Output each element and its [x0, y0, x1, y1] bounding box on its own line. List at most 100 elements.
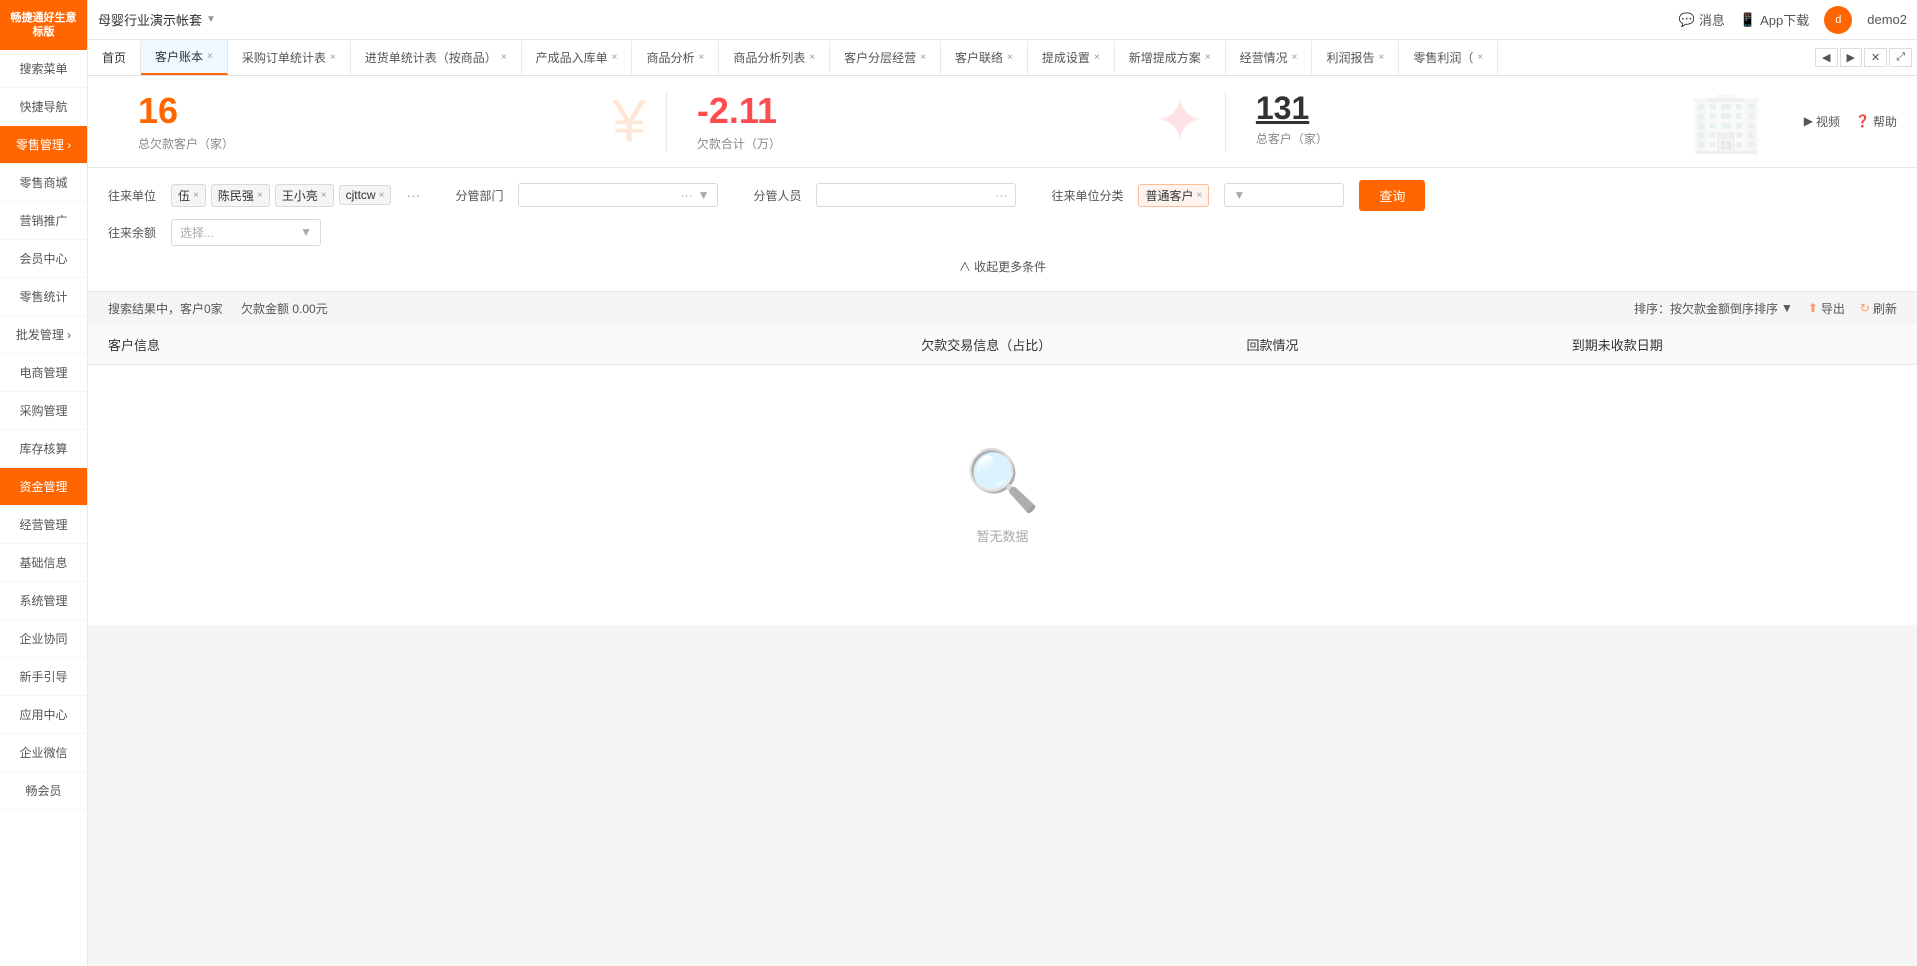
- content-area: 16总欠款客户（家）¥-2.11欠款合计（万）✦131总客户（家）🏢 ▶ 视频 …: [88, 76, 1917, 966]
- tab-customer_tier[interactable]: 客户分层经营×: [830, 41, 941, 74]
- tab-product_inbound[interactable]: 产成品入库单×: [522, 41, 633, 74]
- tab-close-purchase_order[interactable]: ×: [330, 52, 336, 63]
- tab-customer_contact[interactable]: 客户联络×: [941, 41, 1028, 74]
- balance-chevron: ▼: [300, 225, 312, 239]
- remove-tag-王小亮[interactable]: ×: [321, 190, 327, 201]
- sidebar-item-wholesale_mgmt[interactable]: 批发管理 ›: [0, 316, 87, 354]
- user-name: demo2: [1867, 12, 1907, 27]
- tab-operations[interactable]: 经营情况×: [1226, 41, 1313, 74]
- stat-item-1: -2.11欠款合计（万）✦: [667, 91, 1226, 152]
- message-button[interactable]: 💬 消息: [1679, 10, 1725, 29]
- sidebar-item-member_center[interactable]: 会员中心: [0, 240, 87, 278]
- stats-banner: 16总欠款客户（家）¥-2.11欠款合计（万）✦131总客户（家）🏢 ▶ 视频 …: [88, 76, 1917, 168]
- sidebar-item-search[interactable]: 搜索菜单: [0, 50, 87, 88]
- tab-customer_capital[interactable]: 客户账本×: [141, 40, 228, 75]
- tab-close-customer_tier[interactable]: ×: [920, 52, 926, 63]
- sidebar-item-operations_mgmt[interactable]: 经营管理: [0, 506, 87, 544]
- tab-close-all-button[interactable]: ✕: [1864, 48, 1887, 67]
- stat-bg-icon-0: ¥: [613, 87, 646, 156]
- unit-type-label: 往来单位分类: [1051, 187, 1123, 204]
- sidebar-item-basic_info[interactable]: 基础信息: [0, 544, 87, 582]
- tab-retail_profit[interactable]: 零售利润（×: [1399, 41, 1498, 74]
- collapse-icon: ∧: [959, 260, 971, 274]
- stat-value-1: -2.11: [697, 91, 777, 131]
- remove-tag-cjttcw[interactable]: ×: [379, 190, 385, 201]
- table-header-0: 客户信息: [108, 335, 921, 354]
- topbar-left: 母婴行业演示帐套 ▼: [98, 10, 216, 29]
- stat-value-2: 131: [1256, 91, 1309, 126]
- stat-bg-icon-2: 🏢: [1689, 86, 1764, 157]
- collapse-button[interactable]: ∧ 收起更多条件: [108, 254, 1897, 279]
- video-button[interactable]: ▶ 视频: [1804, 113, 1840, 130]
- help-button[interactable]: ❓ 帮助: [1855, 113, 1897, 130]
- tab-prev-button[interactable]: ◀: [1815, 48, 1837, 67]
- query-button[interactable]: 查询: [1359, 180, 1425, 211]
- filter-row-1: 往来单位 伍 ×陈民强 ×王小亮 ×cjttcw × ··· 分管部门 ··· …: [108, 180, 1897, 211]
- tab-expand-button[interactable]: ⤢: [1889, 48, 1912, 67]
- app-download-button[interactable]: 📱 App下载: [1740, 10, 1809, 29]
- tab-purchase_stat[interactable]: 进货单统计表（按商品）×: [351, 41, 522, 74]
- message-icon: 💬: [1679, 12, 1695, 28]
- tab-close-goods_analysis_list[interactable]: ×: [809, 52, 815, 63]
- avatar[interactable]: d: [1824, 6, 1852, 34]
- refresh-button[interactable]: ↻ 刷新: [1860, 300, 1897, 317]
- tab-close-purchase_stat[interactable]: ×: [501, 52, 507, 63]
- stat-bg-icon-1: ✦: [1155, 86, 1205, 156]
- sidebar-item-marketing[interactable]: 营销推广: [0, 202, 87, 240]
- sidebar-item-system_mgmt[interactable]: 系统管理: [0, 582, 87, 620]
- tab-close-retail_profit[interactable]: ×: [1477, 52, 1483, 63]
- sidebar-item-enterprise_wechat[interactable]: 企业微信: [0, 734, 87, 772]
- play-icon: ▶: [1804, 114, 1813, 128]
- sidebar-item-retail_mgmt[interactable]: 零售管理 ›: [0, 126, 87, 164]
- sidebar-item-finance[interactable]: 资金管理: [0, 468, 87, 506]
- export-button[interactable]: ⬆ 导出: [1808, 300, 1845, 317]
- sort-button[interactable]: 排序：按欠款金额倒序排序 ▼: [1634, 300, 1793, 317]
- sidebar-item-enterprise_coop[interactable]: 企业协同: [0, 620, 87, 658]
- sidebar-item-purchase_mgmt[interactable]: 采购管理: [0, 392, 87, 430]
- tabbar-arrows: ◀ ▶ ✕ ⤢: [1810, 48, 1917, 67]
- message-label: 消息: [1699, 10, 1725, 29]
- avatar-text: d: [1835, 14, 1841, 26]
- tab-close-customer_contact[interactable]: ×: [1007, 52, 1013, 63]
- tab-close-product_inbound[interactable]: ×: [612, 52, 618, 63]
- tab-next-button[interactable]: ▶: [1840, 48, 1862, 67]
- unit-type-select[interactable]: ▼: [1224, 183, 1344, 207]
- tab-home[interactable]: 首页: [88, 41, 141, 74]
- sidebar-item-quick_nav[interactable]: 快捷导航: [0, 88, 87, 126]
- tab-reminder_settings[interactable]: 提成设置×: [1028, 41, 1115, 74]
- tab-goods_analysis[interactable]: 商品分析×: [632, 41, 719, 74]
- empty-icon: 🔍: [88, 445, 1917, 516]
- table: 客户信息欠款交易信息（占比）回款情况到期未收款日期 🔍 暂无数据: [88, 325, 1917, 625]
- more-tags-button[interactable]: ···: [406, 187, 420, 203]
- account-selector[interactable]: 母婴行业演示帐套 ▼: [98, 10, 216, 29]
- tab-close-goods_analysis[interactable]: ×: [698, 52, 704, 63]
- sidebar-item-inventory[interactable]: 库存核算: [0, 430, 87, 468]
- remove-tag-伍[interactable]: ×: [193, 190, 199, 201]
- sidebar-item-retail_mall[interactable]: 零售商城: [0, 164, 87, 202]
- empty-text: 暂无数据: [88, 526, 1917, 545]
- sidebar-item-retail_stats[interactable]: 零售统计: [0, 278, 87, 316]
- tab-close-new_achievement[interactable]: ×: [1205, 52, 1211, 63]
- topbar: 母婴行业演示帐套 ▼ 💬 消息 📱 App下载 d demo2: [88, 0, 1917, 40]
- tab-new_achievement[interactable]: 新增提成方案×: [1115, 41, 1226, 74]
- balance-select[interactable]: 选择... ▼: [171, 219, 321, 246]
- remove-unit-type-tag[interactable]: ×: [1197, 190, 1203, 201]
- sidebar-item-app_center[interactable]: 应用中心: [0, 696, 87, 734]
- person-select[interactable]: ···: [816, 183, 1016, 207]
- filter-row-2: 往来余额 选择... ▼: [108, 219, 1897, 246]
- tab-goods_analysis_list[interactable]: 商品分析列表×: [719, 41, 830, 74]
- tab-close-operations[interactable]: ×: [1292, 52, 1298, 63]
- tab-close-profit_report[interactable]: ×: [1378, 52, 1384, 63]
- tab-purchase_order[interactable]: 采购订单统计表×: [228, 41, 351, 74]
- remove-tag-陈民强[interactable]: ×: [257, 190, 263, 201]
- tab-profit_report[interactable]: 利润报告×: [1312, 41, 1399, 74]
- sidebar-item-vip_member[interactable]: 畅会员: [0, 772, 87, 810]
- dept-select-arrow: ···: [681, 188, 693, 202]
- unit-tag-王小亮: 王小亮 ×: [275, 184, 334, 207]
- sidebar-item-beginner[interactable]: 新手引导: [0, 658, 87, 696]
- dept-select-chevron: ▼: [698, 188, 710, 202]
- tab-close-reminder_settings[interactable]: ×: [1094, 52, 1100, 63]
- dept-select[interactable]: ··· ▼: [518, 183, 718, 207]
- tab-close-customer_capital[interactable]: ×: [207, 51, 213, 62]
- sidebar-item-ecommerce[interactable]: 电商管理: [0, 354, 87, 392]
